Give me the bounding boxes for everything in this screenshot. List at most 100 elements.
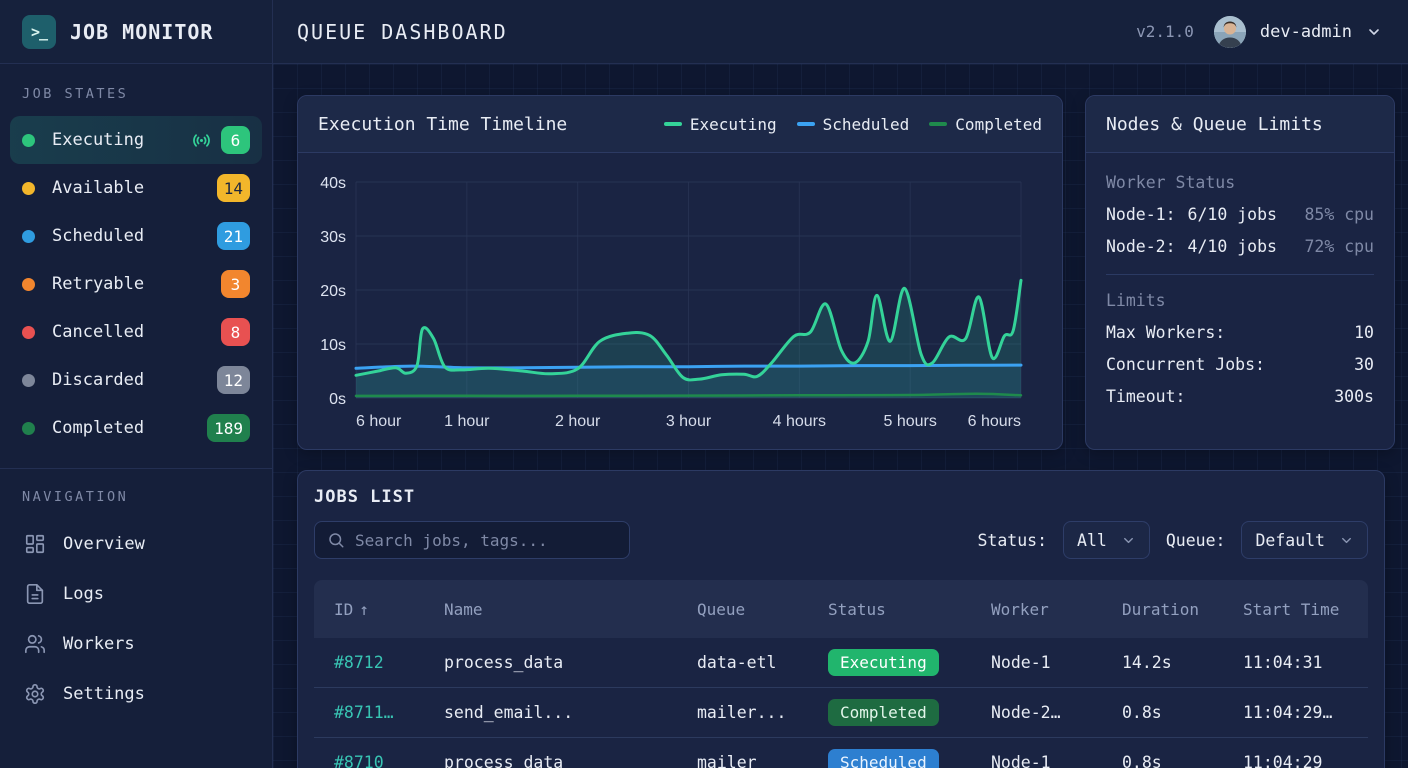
sidebar-item-settings[interactable]: Settings bbox=[0, 669, 272, 719]
node-jobs: 6/10 jobs bbox=[1187, 205, 1277, 224]
svg-text:4 hours: 4 hours bbox=[773, 413, 826, 430]
job-start-time: 11:04:29 bbox=[1243, 753, 1323, 768]
legend-executing[interactable]: Executing bbox=[663, 114, 777, 134]
limits-label: Limits bbox=[1106, 291, 1166, 310]
sidebar-item-logs[interactable]: Logs bbox=[0, 569, 272, 619]
status-filter-dropdown[interactable]: All bbox=[1063, 521, 1150, 559]
topbar: >_ JOB MONITOR QUEUE DASHBOARD v2.1.0 de… bbox=[0, 0, 1408, 64]
job-name: send_email... bbox=[444, 703, 574, 722]
column-header-duration[interactable]: Duration bbox=[1108, 600, 1229, 619]
timeline-chart: 0s 10s 20s 30s 40s 6 hour 1 hour 2 hour 3 hour 4 … bbox=[320, 175, 1023, 430]
retryable-dot bbox=[22, 277, 35, 291]
document-icon bbox=[24, 583, 46, 605]
job-id-link[interactable]: #8712 bbox=[320, 653, 430, 672]
node-jobs: 4/10 jobs bbox=[1187, 237, 1277, 256]
search-input[interactable] bbox=[355, 530, 617, 550]
column-header-id[interactable]: ID ↑ bbox=[320, 600, 430, 619]
column-header-start-time[interactable]: Start Time bbox=[1229, 600, 1368, 619]
chart-title: Execution Time Timeline bbox=[318, 113, 568, 135]
svg-text:6 hours: 6 hours bbox=[968, 413, 1021, 430]
version-label: v2.1.0 bbox=[1136, 22, 1194, 41]
worker-status-label: Worker Status bbox=[1106, 173, 1236, 192]
job-duration: 0.8s bbox=[1122, 753, 1162, 768]
job-queue: mailer bbox=[697, 753, 757, 768]
avatar[interactable] bbox=[1213, 15, 1246, 48]
legend-label: Scheduled bbox=[822, 114, 910, 134]
column-header-worker[interactable]: Worker bbox=[977, 600, 1108, 619]
state-count-badge: 6 bbox=[221, 126, 250, 154]
legend-scheduled[interactable]: Scheduled bbox=[796, 114, 910, 134]
sidebar-item-workers[interactable]: Workers bbox=[0, 619, 272, 669]
chart-legend: Executing Scheduled Completed bbox=[663, 114, 1042, 134]
svg-text:30s: 30s bbox=[320, 229, 346, 246]
nav-label: Logs bbox=[63, 584, 104, 604]
job-name: process_data bbox=[444, 753, 564, 768]
svg-text:6 hour: 6 hour bbox=[356, 413, 402, 430]
state-count-badge: 21 bbox=[216, 222, 250, 250]
table-row[interactable]: #8711… send_email... mailer... Completed… bbox=[314, 688, 1368, 738]
node-name: Node-2: bbox=[1106, 237, 1176, 256]
sidebar-state-executing[interactable]: Executing 6 bbox=[10, 116, 262, 164]
job-worker: Node-2… bbox=[991, 703, 1061, 722]
column-header-status[interactable]: Status bbox=[814, 600, 977, 619]
nav-label: Workers bbox=[63, 634, 135, 654]
limit-row: Timeout: 300s bbox=[1106, 387, 1374, 406]
state-label: Discarded bbox=[52, 370, 145, 390]
job-id-link[interactable]: #8710 bbox=[320, 753, 430, 768]
limit-value: 300s bbox=[1334, 387, 1374, 406]
sidebar-state-retryable[interactable]: Retryable 3 bbox=[10, 260, 262, 308]
sidebar-state-discarded[interactable]: Discarded 12 bbox=[10, 356, 262, 404]
scheduled-legend-swatch bbox=[796, 122, 815, 126]
executing-legend-swatch bbox=[663, 122, 682, 126]
sidebar-state-cancelled[interactable]: Cancelled 8 bbox=[10, 308, 262, 356]
jobs-list-title: JOBS LIST bbox=[314, 487, 416, 507]
job-duration: 0.8s bbox=[1122, 703, 1162, 722]
svg-text:20s: 20s bbox=[320, 283, 346, 300]
live-broadcast-icon bbox=[191, 130, 212, 151]
jobs-table: ID ↑ Name Queue Status Worker Duration St… bbox=[314, 580, 1368, 768]
state-count-badge: 189 bbox=[207, 414, 250, 442]
job-start-time: 11:04:29… bbox=[1243, 703, 1333, 722]
available-dot bbox=[22, 181, 35, 195]
sidebar-state-available[interactable]: Available 14 bbox=[10, 164, 262, 212]
column-header-queue[interactable]: Queue bbox=[683, 600, 814, 619]
job-id-link[interactable]: #8711… bbox=[320, 703, 430, 722]
sidebar: JOB STATES Executing 6 Available 14 Sche… bbox=[0, 64, 273, 768]
limit-row: Concurrent Jobs: 30 bbox=[1106, 355, 1374, 374]
jobs-search[interactable] bbox=[314, 521, 630, 559]
table-row[interactable]: #8710 process_data mailer Scheduled Node… bbox=[314, 738, 1368, 768]
sort-ascending-icon: ↑ bbox=[359, 599, 369, 619]
jobs-list-card: JOBS LIST Status: All Queue: bbox=[297, 470, 1385, 768]
execution-timeline-card: Execution Time Timeline Executing Schedu… bbox=[297, 95, 1063, 450]
legend-label: Executing bbox=[689, 114, 777, 134]
job-states-section-label: JOB STATES bbox=[22, 86, 129, 102]
completed-dot bbox=[22, 421, 35, 435]
username[interactable]: dev-admin bbox=[1260, 22, 1352, 42]
app-title: JOB MONITOR bbox=[70, 19, 214, 44]
limit-name: Concurrent Jobs: bbox=[1106, 355, 1265, 374]
node-status-row: Node-2: 4/10 jobs 72% cpu bbox=[1106, 237, 1374, 256]
sidebar-state-scheduled[interactable]: Scheduled 21 bbox=[10, 212, 262, 260]
legend-completed[interactable]: Completed bbox=[929, 115, 1042, 134]
nav-label: Settings bbox=[63, 684, 145, 704]
limit-row: Max Workers: 10 bbox=[1106, 323, 1374, 342]
column-header-name[interactable]: Name bbox=[430, 600, 683, 619]
status-badge: Executing bbox=[828, 649, 939, 676]
job-worker: Node-1 bbox=[991, 753, 1051, 768]
queue-filter-label: Queue: bbox=[1165, 530, 1226, 550]
completed-legend-swatch bbox=[929, 122, 948, 126]
sidebar-state-completed[interactable]: Completed 189 bbox=[10, 404, 262, 452]
navigation-section-label: NAVIGATION bbox=[22, 489, 129, 505]
queue-filter-dropdown[interactable]: Default bbox=[1241, 521, 1368, 559]
user-menu-chevron-down-icon[interactable] bbox=[1366, 24, 1382, 40]
nodes-limits-card: Nodes & Queue Limits Worker Status Node-… bbox=[1085, 95, 1395, 450]
node-cpu: 85% cpu bbox=[1304, 205, 1374, 224]
svg-text:5 hours: 5 hours bbox=[883, 413, 936, 430]
cancelled-dot bbox=[22, 325, 35, 339]
table-row[interactable]: #8712 process_data data-etl Executing No… bbox=[314, 638, 1368, 688]
job-name: process_data bbox=[444, 653, 564, 672]
nav-label: Overview bbox=[63, 534, 145, 554]
state-label: Completed bbox=[52, 418, 145, 438]
sidebar-divider bbox=[0, 468, 272, 469]
sidebar-item-overview[interactable]: Overview bbox=[0, 519, 272, 569]
